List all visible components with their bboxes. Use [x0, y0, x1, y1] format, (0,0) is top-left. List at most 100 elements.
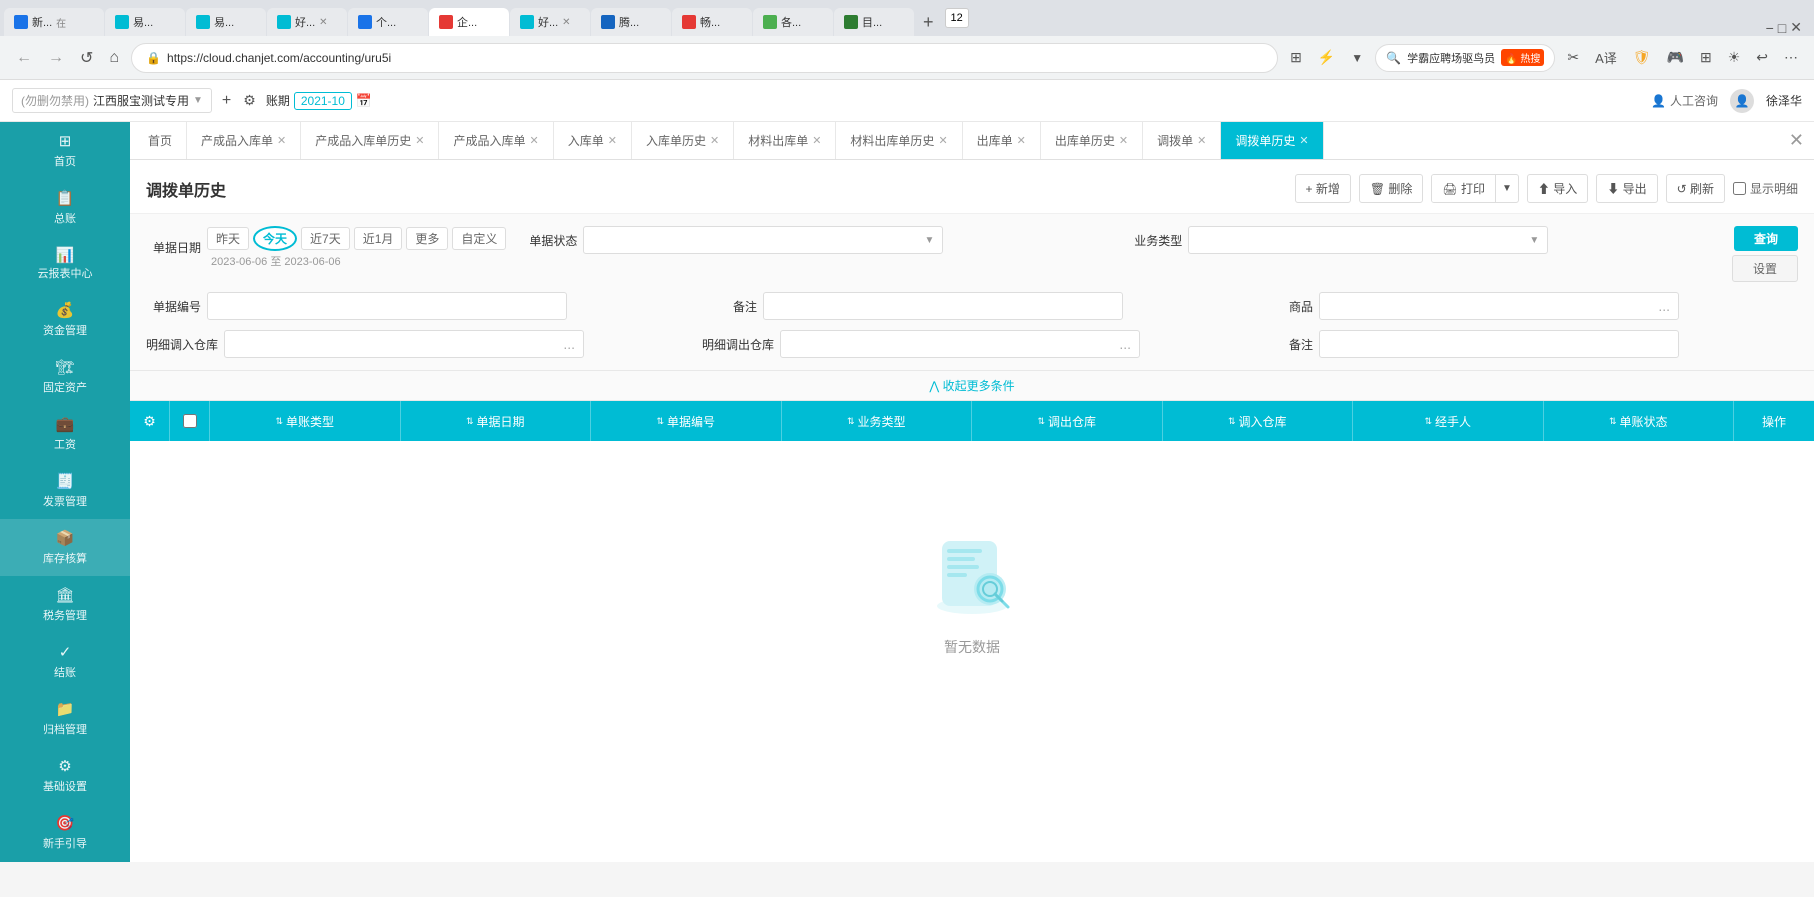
home-button[interactable]: ⌂	[105, 45, 123, 71]
collapse-bar[interactable]: ⋀ 收起更多条件	[130, 371, 1814, 401]
sidebar-item-funds[interactable]: 💰 资金管理	[0, 291, 130, 348]
th-handler[interactable]: ⇅ 经手人	[1353, 401, 1544, 441]
company-selector[interactable]: (勿删勿禁用) 江西服宝测试专用 ▼	[12, 88, 212, 113]
add-company-button[interactable]: +	[220, 90, 233, 112]
back-button[interactable]: ←	[12, 45, 36, 71]
history-icon[interactable]: ↩	[1752, 45, 1772, 70]
page-tab-transfer[interactable]: 调拨单 ✕	[1143, 122, 1221, 160]
date-month-btn[interactable]: 近1月	[354, 227, 403, 250]
query-button[interactable]: 查询	[1734, 226, 1798, 251]
sidebar-item-fixed[interactable]: 🏗 固定资产	[0, 348, 130, 405]
th-status[interactable]: ⇅ 单账状态	[1544, 401, 1735, 441]
page-tab-inbound-history[interactable]: 入库单历史 ✕	[632, 122, 734, 160]
settings-filter-button[interactable]: 设置	[1732, 255, 1798, 282]
apps-icon[interactable]: ⊞	[1696, 45, 1716, 70]
lightning-icon[interactable]: ⚡	[1314, 45, 1339, 70]
browser-tab-1[interactable]: 新... 在	[4, 8, 104, 36]
sidebar-item-member[interactable]: V 畅会员	[0, 861, 130, 862]
maximize-button[interactable]: □	[1778, 20, 1786, 36]
out-warehouse-select[interactable]: ...	[780, 330, 1140, 358]
in-warehouse-select[interactable]: ...	[224, 330, 584, 358]
search-area[interactable]: 🔍 学霸应聘场驱鸟员 🔥 热搜	[1375, 44, 1555, 72]
minimize-button[interactable]: −	[1766, 20, 1774, 36]
tab-close-transfer-history[interactable]: ✕	[1299, 134, 1308, 147]
sidebar-item-settings[interactable]: ⚙ 基础设置	[0, 747, 130, 804]
th-settings[interactable]: ⚙	[130, 401, 170, 441]
page-tab-outbound[interactable]: 出库单 ✕	[963, 122, 1041, 160]
sidebar-item-archive[interactable]: 📁 归档管理	[0, 690, 130, 747]
import-button[interactable]: ⬆ 导入	[1527, 174, 1588, 203]
more-icon[interactable]: ⋯	[1780, 45, 1802, 70]
browser-tab-9[interactable]: 畅...	[672, 8, 752, 36]
tab-close-inbound[interactable]: ✕	[608, 134, 617, 147]
tab-close-material-outbound-history[interactable]: ✕	[938, 134, 947, 147]
page-tab-transfer-history[interactable]: 调拨单历史 ✕	[1221, 122, 1323, 160]
delete-button[interactable]: 🗑 删除	[1359, 174, 1424, 203]
customer-service-link[interactable]: 👤 人工咨询	[1651, 92, 1718, 109]
page-tab-product-inbound2[interactable]: 产成品入库单 ✕	[439, 122, 553, 160]
browser-tab-4[interactable]: 好... ✕	[267, 8, 347, 36]
sidebar-item-invoice[interactable]: 🧾 发票管理	[0, 462, 130, 519]
th-biz-type[interactable]: ⇅ 业务类型	[782, 401, 973, 441]
th-out-warehouse[interactable]: ⇅ 调出仓库	[972, 401, 1163, 441]
date-custom-btn[interactable]: 自定义	[452, 227, 506, 250]
sidebar-item-home[interactable]: ⊞ 首页	[0, 122, 130, 179]
browser-tab-10[interactable]: 各...	[753, 8, 833, 36]
tab-close-transfer[interactable]: ✕	[1197, 134, 1206, 147]
browser-tab-11[interactable]: 目...	[834, 8, 914, 36]
page-tab-outbound-history[interactable]: 出库单历史 ✕	[1041, 122, 1143, 160]
tab-close-product-inbound[interactable]: ✕	[277, 134, 286, 147]
browser-tab-8[interactable]: 腾...	[591, 8, 671, 36]
page-tab-product-inbound[interactable]: 产成品入库单 ✕	[187, 122, 301, 160]
page-tab-material-outbound[interactable]: 材料出库单 ✕	[734, 122, 836, 160]
page-tab-inbound[interactable]: 入库单 ✕	[554, 122, 632, 160]
page-tab-home[interactable]: 首页	[134, 122, 187, 160]
refresh-data-button[interactable]: ↺ 刷新	[1666, 174, 1725, 203]
th-date[interactable]: ⇅ 单据日期	[401, 401, 592, 441]
tab-close-product-inbound-history[interactable]: ✕	[415, 134, 424, 147]
date-more-btn[interactable]: 更多	[406, 227, 448, 250]
translate-icon[interactable]: A译	[1591, 44, 1621, 71]
scissors-icon[interactable]: ✂	[1563, 45, 1583, 70]
tab7-close[interactable]: ✕	[562, 17, 570, 28]
tab-close-outbound-history[interactable]: ✕	[1119, 134, 1128, 147]
new-tab-button[interactable]: +	[915, 8, 942, 36]
tab-close-inbound-history[interactable]: ✕	[710, 134, 719, 147]
tab-close-product-inbound2[interactable]: ✕	[530, 134, 539, 147]
close-all-tabs-button[interactable]: ✕	[1779, 130, 1814, 151]
print-button[interactable]: 🖨 打印	[1432, 175, 1496, 202]
status-select[interactable]: ▼	[583, 226, 943, 254]
remark2-input[interactable]	[1319, 330, 1679, 358]
date-today-btn[interactable]: 今天	[253, 226, 297, 251]
user-avatar[interactable]: 👤	[1730, 89, 1754, 113]
browser-tab-3[interactable]: 易...	[186, 8, 266, 36]
grid-icon[interactable]: ⊞	[1286, 45, 1306, 70]
print-dropdown-button[interactable]: ▼	[1496, 178, 1518, 199]
sidebar-item-inventory[interactable]: 📦 库存核算	[0, 519, 130, 576]
page-tab-product-inbound-history[interactable]: 产成品入库单历史 ✕	[301, 122, 439, 160]
period-selector[interactable]: 账期 2021-10 📅	[266, 92, 372, 110]
th-in-warehouse[interactable]: ⇅ 调入仓库	[1163, 401, 1354, 441]
sidebar-item-closing[interactable]: ✓ 结账	[0, 633, 130, 690]
browser-tab-6[interactable]: 企...	[429, 8, 509, 36]
close-window-button[interactable]: ✕	[1790, 19, 1802, 36]
show-detail-checkbox[interactable]	[1733, 182, 1746, 195]
sidebar-item-payroll[interactable]: 💼 工资	[0, 405, 130, 462]
browser-tab-5[interactable]: 个...	[348, 8, 428, 36]
date-week-btn[interactable]: 近7天	[301, 227, 350, 250]
th-type[interactable]: ⇅ 单账类型	[210, 401, 401, 441]
select-all-checkbox[interactable]	[183, 414, 197, 428]
new-record-button[interactable]: + 新增	[1295, 174, 1351, 203]
dropdown-icon[interactable]: ▼	[1347, 47, 1367, 69]
game-icon[interactable]: 🎮	[1663, 45, 1688, 70]
th-check[interactable]	[170, 401, 210, 441]
sidebar-item-guide[interactable]: 🎯 新手引导	[0, 804, 130, 861]
sidebar-item-reports[interactable]: 📊 云报表中心	[0, 236, 130, 291]
shield-icon[interactable]: 🛡	[1629, 45, 1655, 70]
voucher-no-input[interactable]	[207, 292, 567, 320]
browser-tab-2[interactable]: 易...	[105, 8, 185, 36]
tab-close-material-outbound[interactable]: ✕	[812, 134, 821, 147]
refresh-button[interactable]: ↺	[76, 44, 97, 72]
export-button[interactable]: ⬇ 导出	[1596, 174, 1657, 203]
settings-button[interactable]: ⚙	[241, 90, 258, 111]
